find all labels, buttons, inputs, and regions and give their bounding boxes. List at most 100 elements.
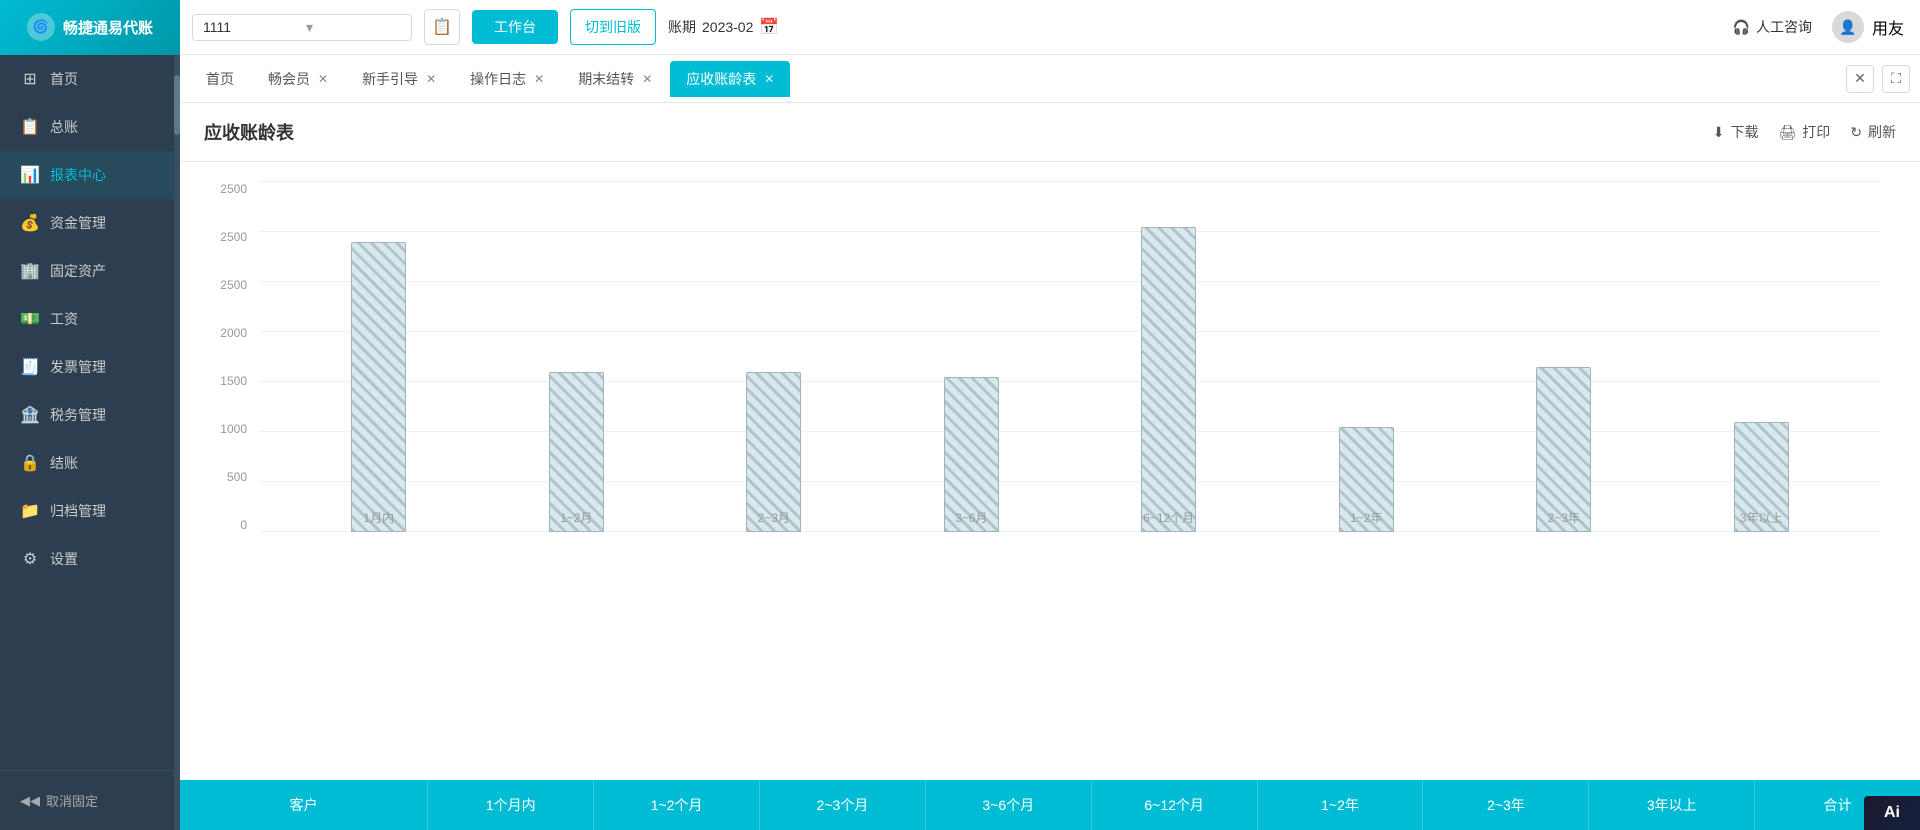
- x-label-3plus-year: 3年以上: [1734, 509, 1789, 526]
- pin-icon: ◀◀: [20, 793, 40, 809]
- x-label-1month: 1月内: [351, 509, 406, 526]
- download-button[interactable]: ⬇ 下载: [1713, 122, 1759, 142]
- sidebar-item-reports[interactable]: 📊 报表中心: [0, 151, 180, 199]
- bar-1month: [351, 242, 406, 532]
- tab-guide[interactable]: 新手引导 ✕: [346, 61, 452, 97]
- logo: 🌀 畅捷通易代账: [0, 0, 180, 55]
- sidebar-item-label: 首页: [50, 69, 78, 89]
- tab-label: 期末结转: [578, 69, 634, 89]
- tab-close-icon[interactable]: ✕: [318, 72, 328, 86]
- sidebar-item-label: 税务管理: [50, 405, 106, 425]
- period-value: 2023-02: [702, 19, 753, 35]
- page-header: 应收账龄表 ⬇ 下载 🖨 打印 ↻ 刷新: [180, 103, 1920, 162]
- bar-group-1month: [351, 242, 406, 532]
- consult-label: 人工咨询: [1756, 17, 1812, 37]
- period-label: 账期: [668, 17, 696, 37]
- period-area: 账期 2023-02 📅: [668, 17, 779, 37]
- th-1-2year: 1~2年: [1258, 780, 1424, 830]
- switch-version-button[interactable]: 切到旧版: [570, 9, 656, 45]
- tax-icon: 🏦: [20, 405, 40, 425]
- header-right: 🎧 人工咨询 👤 用友: [1733, 11, 1904, 43]
- y-label: 2000: [220, 326, 247, 340]
- ai-badge[interactable]: Ai: [1864, 796, 1920, 830]
- download-label: 下载: [1730, 122, 1758, 142]
- close-tab-button[interactable]: ✕: [1846, 65, 1874, 93]
- sidebar-item-archive[interactable]: 📁 归档管理: [0, 487, 180, 535]
- th-customer: 客户: [180, 780, 428, 830]
- sidebar: ⊞ 首页 📋 总账 📊 报表中心 💰 资金管理 🏢 固定资产 💵 工资 🧾 发票…: [0, 55, 180, 830]
- tab-period-end[interactable]: 期末结转 ✕: [562, 61, 668, 97]
- app-header: 🌀 畅捷通易代账 1111 ▾ 📋 工作台 切到旧版 账期 2023-02 📅 …: [0, 0, 1920, 55]
- sidebar-item-close[interactable]: 🔒 结账: [0, 439, 180, 487]
- archive-icon-button[interactable]: 📋: [424, 9, 460, 45]
- y-label: 500: [227, 470, 247, 484]
- sidebar-item-assets[interactable]: 🏢 固定资产: [0, 247, 180, 295]
- sidebar-item-label: 结账: [50, 453, 78, 473]
- tab-label: 应收账龄表: [686, 69, 756, 89]
- sidebar-item-label: 设置: [50, 549, 78, 569]
- avatar: 👤: [1832, 11, 1864, 43]
- expand-tab-button[interactable]: ⛶: [1882, 65, 1910, 93]
- tab-close-icon[interactable]: ✕: [764, 72, 774, 86]
- tab-close-icon[interactable]: ✕: [642, 72, 652, 86]
- company-name: 1111: [203, 19, 298, 35]
- tab-oplog[interactable]: 操作日志 ✕: [454, 61, 560, 97]
- refresh-button[interactable]: ↻ 刷新: [1850, 122, 1896, 142]
- cancel-fixed-button[interactable]: ◀◀ 取消固定: [0, 781, 180, 820]
- th-1month: 1个月内: [428, 780, 594, 830]
- page-content: 应收账龄表 ⬇ 下载 🖨 打印 ↻ 刷新: [180, 103, 1920, 830]
- sidebar-item-invoice[interactable]: 🧾 发票管理: [0, 343, 180, 391]
- sidebar-item-ledger[interactable]: 📋 总账: [0, 103, 180, 151]
- user-name: 用友: [1872, 15, 1904, 39]
- logo-text: 畅捷通易代账: [63, 17, 153, 38]
- calendar-icon[interactable]: 📅: [759, 17, 779, 37]
- sidebar-scroll-thumb: [174, 75, 180, 135]
- tab-home[interactable]: 首页: [190, 61, 250, 97]
- x-label-3-6month: 3~6月: [944, 509, 999, 526]
- home-icon: ⊞: [20, 69, 40, 89]
- sidebar-item-funds[interactable]: 💰 资金管理: [0, 199, 180, 247]
- y-label: 1500: [220, 374, 247, 388]
- tab-label: 首页: [206, 69, 234, 89]
- ledger-icon: 📋: [20, 117, 40, 137]
- user-area[interactable]: 👤 用友: [1832, 11, 1904, 43]
- sidebar-item-settings[interactable]: ⚙ 设置: [0, 535, 180, 583]
- consult-button[interactable]: 🎧 人工咨询: [1733, 17, 1812, 37]
- y-label: 2500: [220, 278, 247, 292]
- sidebar-item-tax[interactable]: 🏦 税务管理: [0, 391, 180, 439]
- tab-close-icon[interactable]: ✕: [534, 72, 544, 86]
- chart-section: 2500 2500 2500 2000 1500 1000 500 0: [180, 162, 1920, 780]
- tab-label: 操作日志: [470, 69, 526, 89]
- tab-close-icon[interactable]: ✕: [426, 72, 436, 86]
- print-icon: 🖨: [1778, 124, 1796, 141]
- th-1-2month: 1~2个月: [594, 780, 760, 830]
- x-label-2-3month: 2~3月: [746, 509, 801, 526]
- salary-icon: 💵: [20, 309, 40, 329]
- tab-aging[interactable]: 应收账龄表 ✕: [670, 61, 790, 97]
- chevron-down-icon: ▾: [306, 19, 401, 36]
- close-accounts-icon: 🔒: [20, 453, 40, 473]
- sidebar-item-salary[interactable]: 💵 工资: [0, 295, 180, 343]
- th-3-6month: 3~6个月: [926, 780, 1092, 830]
- archive-icon: 📁: [20, 501, 40, 521]
- cancel-fixed-label: 取消固定: [46, 791, 98, 810]
- company-selector[interactable]: 1111 ▾: [192, 14, 412, 41]
- th-3plus-year: 3年以上: [1589, 780, 1755, 830]
- x-label-1-2year: 1~2年: [1339, 509, 1394, 526]
- sidebar-item-label: 工资: [50, 309, 78, 329]
- sidebar-item-home[interactable]: ⊞ 首页: [0, 55, 180, 103]
- y-label: 2500: [220, 182, 247, 196]
- x-labels: 1月内 1~2月 2~3月 3~6月 6~12个月 1~2年 2~3年 3年以上: [260, 502, 1880, 532]
- tab-member[interactable]: 畅会员 ✕: [252, 61, 344, 97]
- bar-group-6-12month: [1141, 227, 1196, 532]
- tabs-bar: 首页 畅会员 ✕ 新手引导 ✕ 操作日志 ✕ 期末结转 ✕ 应收账龄表 ✕: [180, 55, 1920, 103]
- print-button[interactable]: 🖨 打印: [1778, 122, 1830, 142]
- page-title: 应收账龄表: [204, 119, 294, 145]
- y-label: 1000: [220, 422, 247, 436]
- chart-container: 2500 2500 2500 2000 1500 1000 500 0: [210, 182, 1890, 562]
- x-label-1-2month: 1~2月: [549, 509, 604, 526]
- assets-icon: 🏢: [20, 261, 40, 281]
- sidebar-item-label: 发票管理: [50, 357, 106, 377]
- workbench-button[interactable]: 工作台: [472, 10, 558, 44]
- x-label-6-12month: 6~12个月: [1141, 509, 1196, 526]
